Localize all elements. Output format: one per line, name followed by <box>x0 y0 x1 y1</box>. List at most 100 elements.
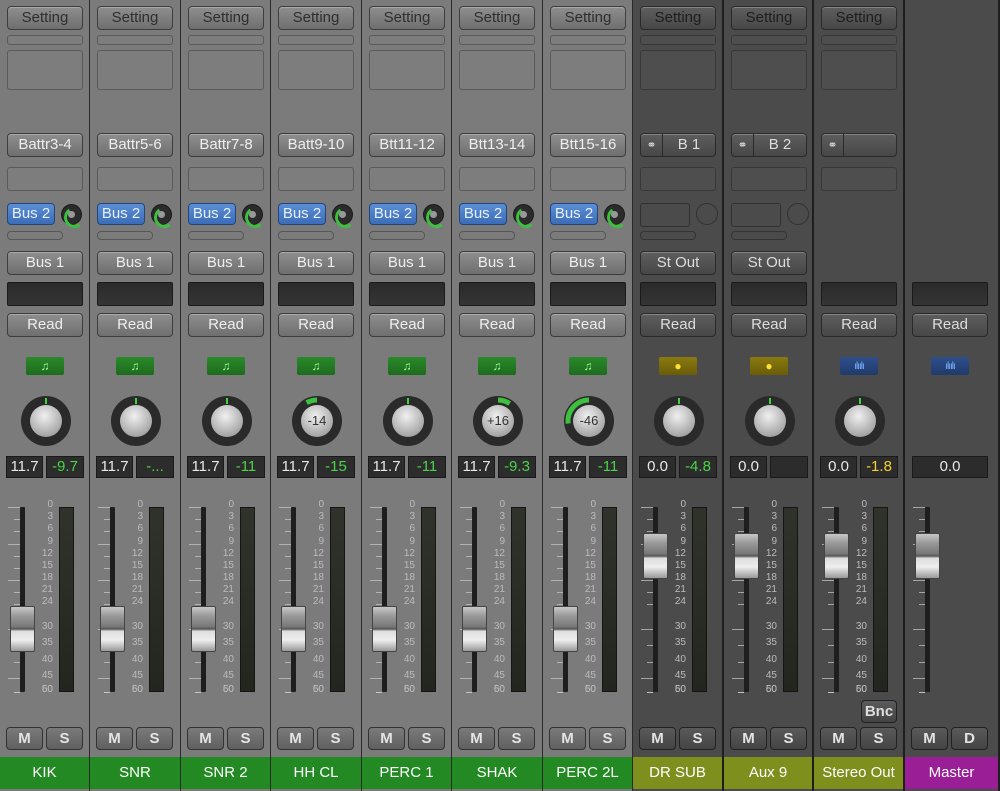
send-button[interactable]: Bus 2 <box>278 203 326 225</box>
automation-mode-button[interactable]: Read <box>821 313 897 337</box>
mute-button[interactable]: M <box>458 727 495 750</box>
pan-knob[interactable]: +16 <box>473 396 523 446</box>
solo-button[interactable]: S <box>46 727 83 750</box>
pan-knob[interactable] <box>835 396 885 446</box>
send-slot-empty[interactable] <box>7 231 63 240</box>
output-button[interactable]: St Out <box>731 251 807 275</box>
output-button[interactable]: Bus 1 <box>7 251 83 275</box>
channel-name[interactable]: PERC 1 <box>362 757 451 789</box>
setting-button[interactable]: Setting <box>640 6 716 30</box>
output-button[interactable]: Bus 1 <box>278 251 354 275</box>
send-slot-empty[interactable] <box>97 231 153 240</box>
send-slot-empty[interactable] <box>278 231 334 240</box>
pan-knob[interactable] <box>111 396 161 446</box>
music-note-icon[interactable]: ♫ <box>388 357 426 375</box>
mute-button[interactable]: M <box>6 727 43 750</box>
group-slot[interactable] <box>7 282 83 306</box>
peak-readout[interactable]: -11 <box>227 456 265 478</box>
audio-fx-slot[interactable] <box>278 167 354 191</box>
peak-readout[interactable]: -9.7 <box>46 456 84 478</box>
send-slot-empty[interactable] <box>550 231 606 240</box>
setting-button[interactable]: Setting <box>550 6 626 30</box>
mute-button[interactable]: M <box>730 727 767 750</box>
aux-knob-icon[interactable]: ● <box>659 357 697 375</box>
output-button[interactable]: St Out <box>640 251 716 275</box>
mute-button[interactable]: M <box>187 727 224 750</box>
send-slot-empty[interactable] <box>640 203 690 227</box>
eq-thumbnail-slot[interactable] <box>278 35 354 45</box>
group-slot[interactable] <box>97 282 173 306</box>
setting-button[interactable]: Setting <box>188 6 264 30</box>
send-slot-empty[interactable] <box>731 231 787 240</box>
volume-fader[interactable] <box>100 606 125 652</box>
eq-thumbnail-slot[interactable] <box>731 35 807 45</box>
input-button[interactable]: Btt13-14 <box>459 133 535 157</box>
eq-display[interactable] <box>821 50 897 90</box>
automation-mode-button[interactable]: Read <box>731 313 807 337</box>
automation-mode-button[interactable]: Read <box>640 313 716 337</box>
automation-mode-button[interactable]: Read <box>97 313 173 337</box>
volume-fader[interactable] <box>915 533 940 579</box>
send-level-knob[interactable] <box>332 204 353 225</box>
channel-name[interactable]: SHAK <box>452 757 542 789</box>
send-button[interactable]: Bus 2 <box>188 203 236 225</box>
volume-fader[interactable] <box>824 533 849 579</box>
eq-thumbnail-slot[interactable] <box>97 35 173 45</box>
setting-button[interactable]: Setting <box>7 6 83 30</box>
send-slot-empty[interactable] <box>188 231 244 240</box>
channel-name[interactable]: SNR 2 <box>181 757 270 789</box>
peak-readout[interactable]: -4.8 <box>679 456 717 478</box>
volume-readout[interactable]: 0.0 <box>730 456 767 478</box>
music-note-icon[interactable]: ♫ <box>478 357 516 375</box>
eq-display[interactable] <box>550 50 626 90</box>
volume-readout[interactable]: 0.0 <box>912 456 988 478</box>
automation-mode-button[interactable]: Read <box>550 313 626 337</box>
music-note-icon[interactable]: ♫ <box>207 357 245 375</box>
solo-button[interactable]: S <box>498 727 535 750</box>
mute-button[interactable]: M <box>911 727 948 750</box>
volume-fader[interactable] <box>281 606 306 652</box>
automation-mode-button[interactable]: Read <box>188 313 264 337</box>
eq-thumbnail-slot[interactable] <box>821 35 897 45</box>
solo-button[interactable]: S <box>136 727 173 750</box>
eq-thumbnail-slot[interactable] <box>369 35 445 45</box>
volume-fader[interactable] <box>10 606 35 652</box>
mute-button[interactable]: M <box>368 727 405 750</box>
audio-fx-slot[interactable] <box>640 167 716 191</box>
group-slot[interactable] <box>550 282 626 306</box>
volume-fader[interactable] <box>462 606 487 652</box>
output-button[interactable]: Bus 1 <box>459 251 535 275</box>
channel-name[interactable]: Master <box>905 757 998 789</box>
peak-readout[interactable]: -... <box>136 456 174 478</box>
solo-button[interactable]: S <box>227 727 264 750</box>
volume-readout[interactable]: 11.7 <box>96 456 133 478</box>
pan-knob[interactable] <box>654 396 704 446</box>
peak-readout[interactable]: -9.3 <box>498 456 536 478</box>
send-level-knob-empty[interactable] <box>696 203 718 225</box>
eq-display[interactable] <box>7 50 83 90</box>
audio-fx-slot[interactable] <box>550 167 626 191</box>
eq-thumbnail-slot[interactable] <box>550 35 626 45</box>
eq-thumbnail-slot[interactable] <box>188 35 264 45</box>
group-slot[interactable] <box>821 282 897 306</box>
send-level-knob[interactable] <box>423 204 444 225</box>
send-level-knob[interactable] <box>604 204 625 225</box>
send-button[interactable]: Bus 2 <box>97 203 145 225</box>
input-button[interactable]: Batt9-10 <box>278 133 354 157</box>
channel-name[interactable]: DR SUB <box>633 757 722 789</box>
setting-button[interactable]: Setting <box>821 6 897 30</box>
volume-readout[interactable]: 0.0 <box>820 456 857 478</box>
pan-knob[interactable] <box>745 396 795 446</box>
eq-display[interactable] <box>369 50 445 90</box>
group-slot[interactable] <box>640 282 716 306</box>
eq-display[interactable] <box>278 50 354 90</box>
volume-fader[interactable] <box>191 606 216 652</box>
setting-button[interactable]: Setting <box>369 6 445 30</box>
mute-button[interactable]: M <box>639 727 676 750</box>
solo-button[interactable]: S <box>317 727 354 750</box>
mute-button[interactable]: M <box>96 727 133 750</box>
automation-mode-button[interactable]: Read <box>912 313 988 337</box>
send-button[interactable]: Bus 2 <box>459 203 507 225</box>
music-note-icon[interactable]: ♫ <box>297 357 335 375</box>
channel-name[interactable]: Stereo Out <box>814 757 903 789</box>
